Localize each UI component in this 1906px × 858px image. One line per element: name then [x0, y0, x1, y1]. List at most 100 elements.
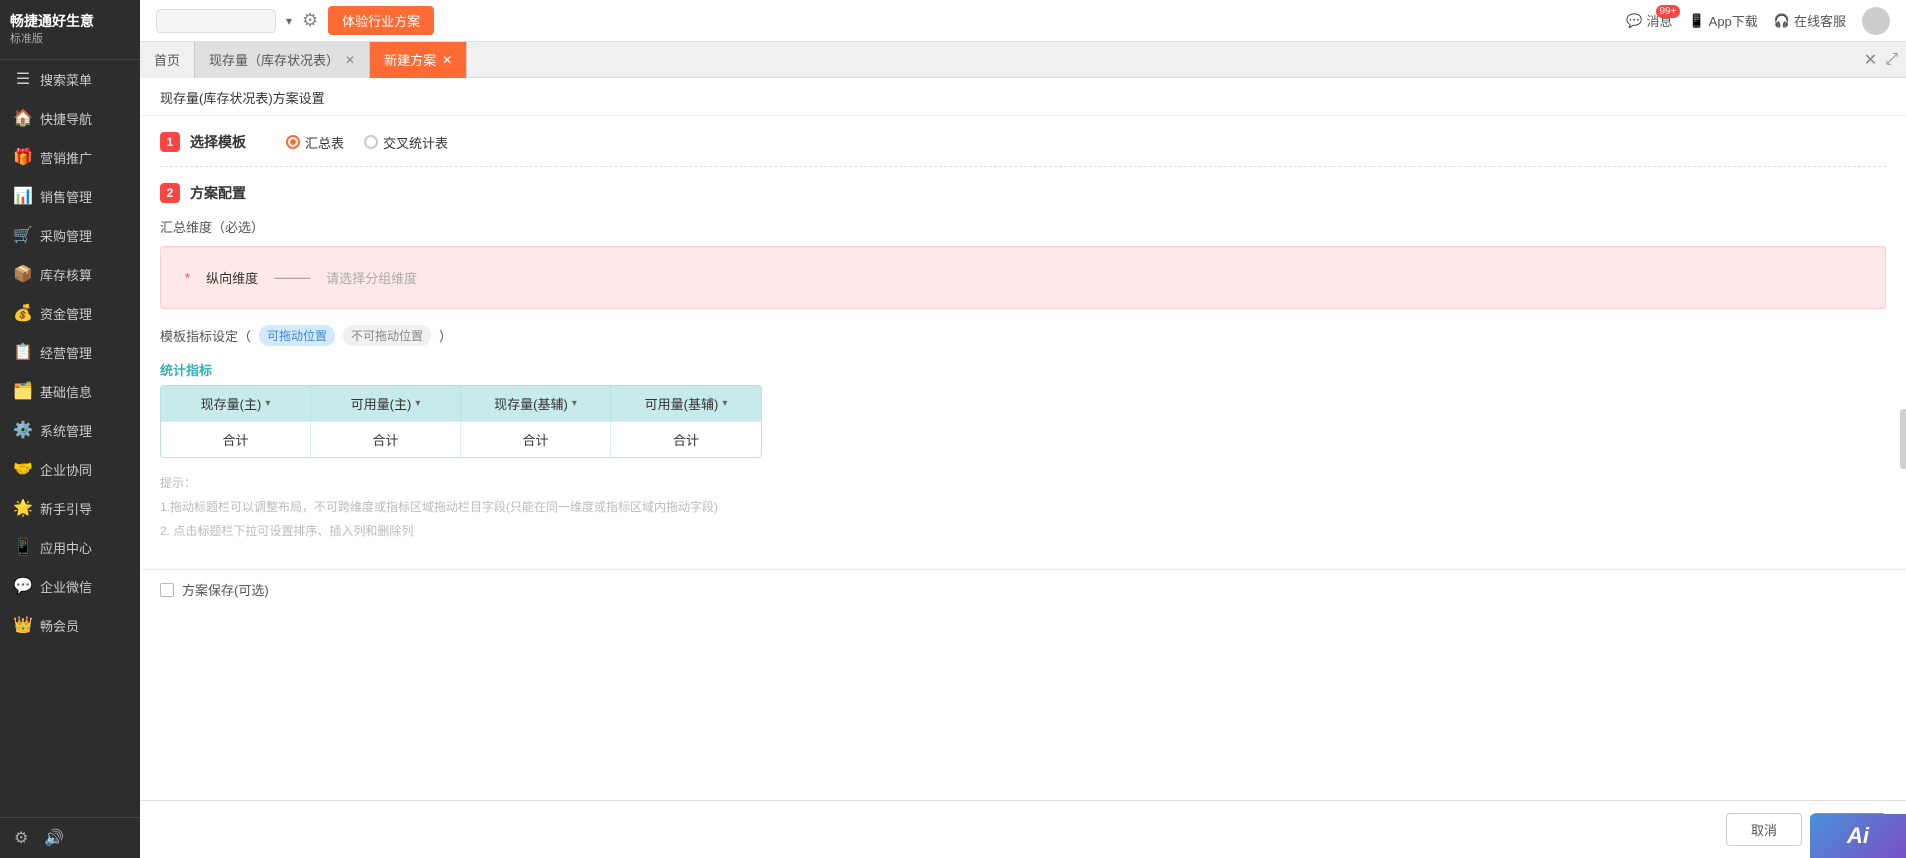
- tab-new-scheme-close-icon[interactable]: ✕: [442, 53, 452, 67]
- dimension-label: 纵向维度: [206, 268, 258, 287]
- audio-icon[interactable]: 🔊: [44, 828, 64, 848]
- sidebar-item-shortcut[interactable]: 🏠 快捷导航: [0, 99, 140, 138]
- inventory-icon: 📦: [14, 265, 32, 283]
- sidebar-item-label: 企业微信: [40, 577, 92, 596]
- ai-badge-label: Ai: [1847, 823, 1869, 849]
- settings-gear-icon[interactable]: ⚙: [302, 10, 318, 31]
- online-support-button[interactable]: 🎧 在线客服: [1774, 11, 1846, 30]
- tab-inventory-status[interactable]: 现存量（库存状况表） ✕: [195, 42, 370, 78]
- table-header-cell-4[interactable]: 可用量(基辅) ▾: [611, 386, 761, 421]
- gift-icon: 🎁: [14, 148, 32, 166]
- sales-icon: 📊: [14, 187, 32, 205]
- sidebar-item-wechat[interactable]: 💬 企业微信: [0, 567, 140, 606]
- sidebar-item-sales[interactable]: 📊 销售管理: [0, 177, 140, 216]
- step1-title: 选择模板: [190, 132, 246, 152]
- data-value-4: 合计: [673, 433, 699, 448]
- sidebar-item-inventory[interactable]: 📦 库存核算: [0, 255, 140, 294]
- required-mark: *: [185, 270, 190, 285]
- sidebar-item-basic[interactable]: 🗂️ 基础信息: [0, 372, 140, 411]
- sidebar-item-marketing[interactable]: 🎁 营销推广: [0, 138, 140, 177]
- sidebar-item-label: 资金管理: [40, 304, 92, 323]
- close-window-icon[interactable]: ✕: [1864, 50, 1877, 70]
- sidebar-item-newbie[interactable]: 🌟 新手引导: [0, 489, 140, 528]
- table-header-cell-1[interactable]: 现存量(主) ▾: [161, 386, 311, 421]
- finance-icon: 💰: [14, 304, 32, 322]
- data-value-1: 合计: [222, 433, 248, 448]
- purchase-icon: 🛒: [14, 226, 32, 244]
- sidebar-item-label: 搜索菜单: [40, 70, 92, 89]
- step1-divider: [160, 166, 1886, 167]
- headset-icon: 🎧: [1774, 13, 1790, 29]
- resize-handle[interactable]: [1900, 409, 1906, 469]
- step1-section: 1 选择模板 汇总表 交叉统计表 2 方案配置: [140, 116, 1906, 569]
- step2-badge: 2: [160, 183, 180, 203]
- search-input[interactable]: [156, 9, 276, 33]
- header-dropdown-icon-3[interactable]: ▾: [572, 398, 577, 409]
- home-icon: 🏠: [14, 109, 32, 127]
- topbar-left: ▾ ⚙ 体验行业方案: [156, 6, 434, 35]
- dimension-placeholder[interactable]: 请选择分组维度: [326, 268, 417, 287]
- sidebar-item-purchase[interactable]: 🛒 采购管理: [0, 216, 140, 255]
- user-avatar[interactable]: [1862, 7, 1890, 35]
- sidebar-item-apps[interactable]: 📱 应用中心: [0, 528, 140, 567]
- sidebar-item-label: 新手引导: [40, 499, 92, 518]
- topbar-dropdown[interactable]: ▾: [286, 14, 292, 28]
- indicator-settings-label: 模板指标设定（ 可拖动位置 不可拖动位置 ）: [160, 325, 1886, 346]
- sidebar-item-member[interactable]: 👑 畅会员: [0, 606, 140, 645]
- tab-new-scheme[interactable]: 新建方案 ✕: [370, 42, 467, 78]
- sidebar-item-label: 库存核算: [40, 265, 92, 284]
- trial-button[interactable]: 体验行业方案: [328, 6, 434, 35]
- messages-button[interactable]: 💬 消息 99+: [1626, 11, 1672, 30]
- step2-title: 方案配置: [190, 183, 246, 203]
- dimension-row: * 纵向维度 —— 请选择分组维度: [185, 267, 1861, 288]
- radio-summary[interactable]: 汇总表: [286, 133, 344, 152]
- newbie-icon: 🌟: [14, 499, 32, 517]
- radio-cross[interactable]: 交叉统计表: [364, 133, 448, 152]
- save-checkbox[interactable]: [160, 583, 174, 597]
- table-header-cell-2[interactable]: 可用量(主) ▾: [311, 386, 461, 421]
- sidebar-item-search[interactable]: ☰ 搜索菜单: [0, 60, 140, 99]
- sidebar-item-operations[interactable]: 📋 经营管理: [0, 333, 140, 372]
- app-download-button[interactable]: 📱 App下载: [1688, 11, 1757, 30]
- header-label-3: 现存量(基辅): [494, 394, 568, 413]
- apps-icon: 📱: [14, 538, 32, 556]
- app-download-icon: 📱: [1688, 13, 1704, 29]
- sidebar-item-finance[interactable]: 💰 资金管理: [0, 294, 140, 333]
- indicator-label-prefix: 模板指标设定（: [160, 326, 251, 345]
- wechat-icon: 💬: [14, 577, 32, 595]
- sidebar-nav: ☰ 搜索菜单 🏠 快捷导航 🎁 营销推广 📊 销售管理 🛒 采购管理 📦 库存核…: [0, 60, 140, 817]
- topbar: ▾ ⚙ 体验行业方案 💬 消息 99+ 📱 App下载 🎧 在线客服: [140, 0, 1906, 42]
- sidebar-item-label: 采购管理: [40, 226, 92, 245]
- dimension-box: * 纵向维度 —— 请选择分组维度: [160, 246, 1886, 309]
- ai-badge[interactable]: Ai: [1810, 814, 1906, 858]
- step1-badge: 1: [160, 132, 180, 152]
- header-dropdown-icon-4[interactable]: ▾: [722, 398, 727, 409]
- sidebar-item-enterprise[interactable]: 🤝 企业协同: [0, 450, 140, 489]
- tips-section: 提示： 1.拖动标题栏可以调整布局，不可跨维度或指标区域拖动栏目字段(只能在同一…: [160, 461, 1886, 553]
- sidebar-item-label: 快捷导航: [40, 109, 92, 128]
- tab-home[interactable]: 首页: [140, 42, 195, 78]
- table-data-cell-1: 合计: [161, 422, 311, 457]
- cancel-button[interactable]: 取消: [1726, 813, 1802, 846]
- radio-summary-label: 汇总表: [305, 133, 344, 152]
- sidebar-logo: 畅捷通好生意 标准版: [0, 0, 140, 60]
- table-row: 合计 合计 合计 合计: [161, 421, 761, 457]
- tab-inventory-close-icon[interactable]: ✕: [345, 53, 355, 67]
- system-icon: ⚙️: [14, 421, 32, 439]
- settings-icon[interactable]: ⚙: [14, 828, 28, 848]
- save-option: 方案保存(可选): [140, 569, 1906, 609]
- sidebar-item-system[interactable]: ⚙️ 系统管理: [0, 411, 140, 450]
- table-header-row: 现存量(主) ▾ 可用量(主) ▾ 现存量(基辅) ▾ 可用量(基辅) ▾: [161, 386, 761, 421]
- tabbar: 首页 现存量（库存状况表） ✕ 新建方案 ✕ ✕ ⤢: [140, 42, 1906, 78]
- app-edition: 标准版: [10, 32, 130, 47]
- tips-item-2: 2. 点击标题栏下拉可设置排序、插入列和删除列: [160, 519, 1886, 543]
- sidebar-bottom: ⚙ 🔊: [0, 817, 140, 858]
- radio-cross-dot: [364, 135, 378, 149]
- table-header-cell-3[interactable]: 现存量(基辅) ▾: [461, 386, 611, 421]
- page-title: 现存量(库存状况表)方案设置: [160, 91, 325, 106]
- expand-window-icon[interactable]: ⤢: [1885, 51, 1898, 69]
- header-dropdown-icon-1[interactable]: ▾: [265, 398, 270, 409]
- tab-new-scheme-label: 新建方案: [384, 50, 436, 69]
- sidebar: 畅捷通好生意 标准版 ☰ 搜索菜单 🏠 快捷导航 🎁 营销推广 📊 销售管理 🛒…: [0, 0, 140, 858]
- header-dropdown-icon-2[interactable]: ▾: [415, 398, 420, 409]
